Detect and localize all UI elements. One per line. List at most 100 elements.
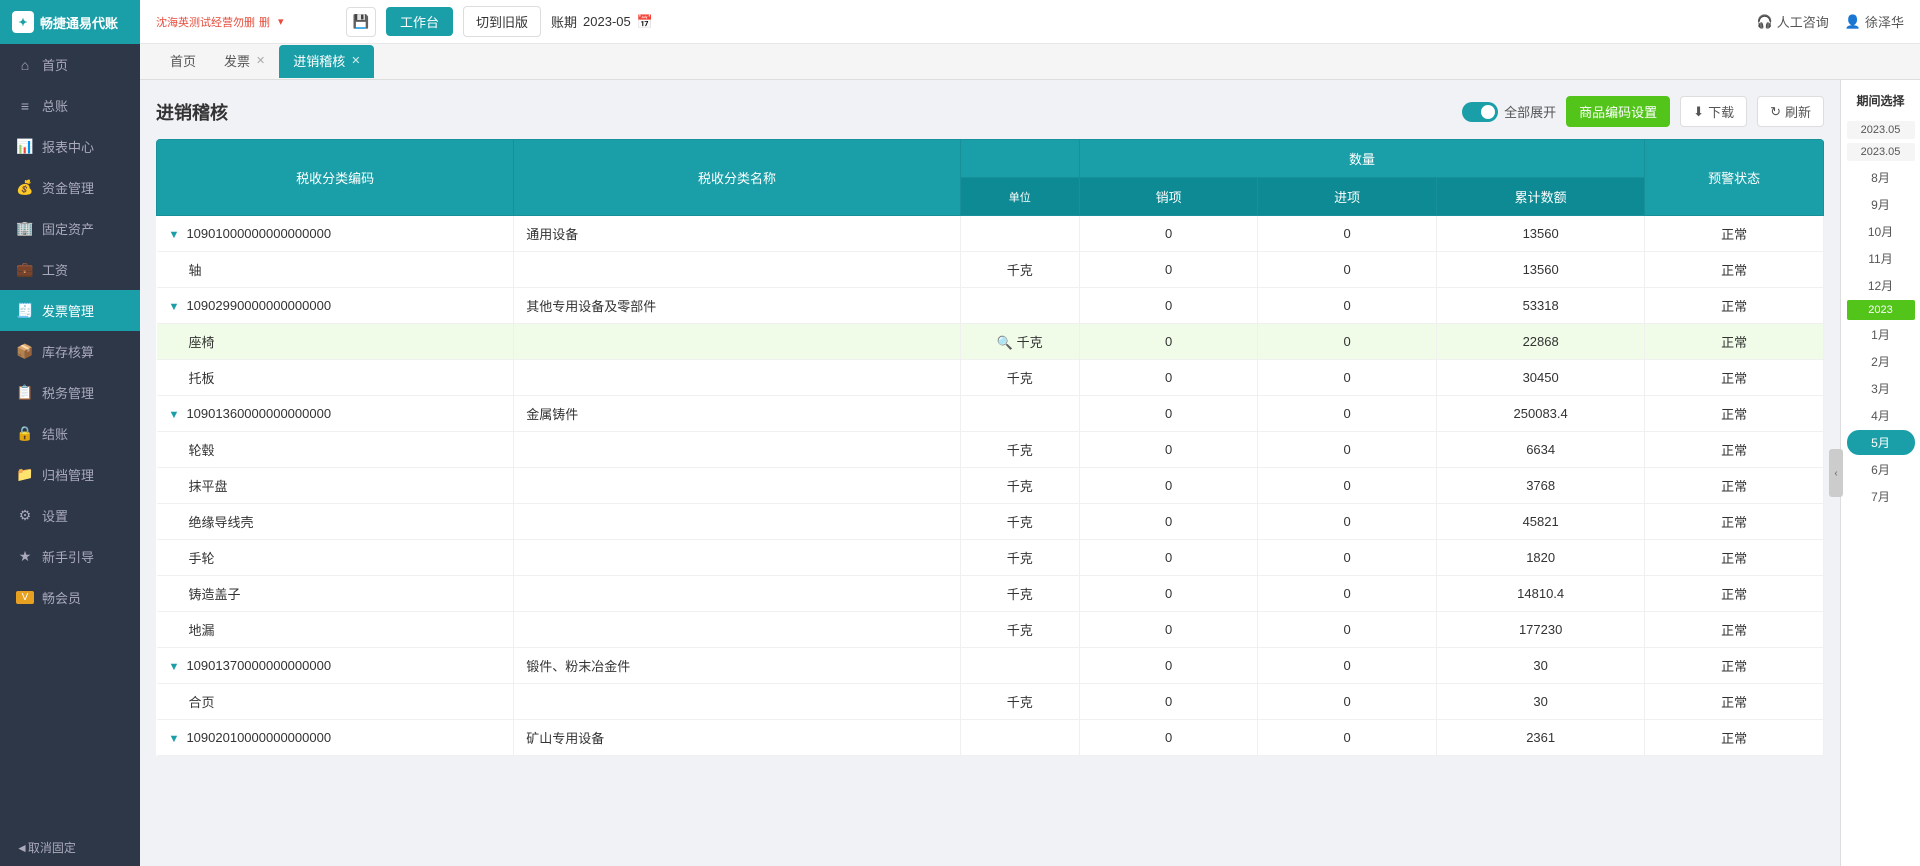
sidebar-item-label: 新手引导: [42, 547, 94, 566]
cell-code[interactable]: ▼ 10901370000000000000: [157, 648, 514, 684]
period-month-item[interactable]: 4月: [1847, 403, 1915, 428]
sidebar-item-funds[interactable]: 💰 资金管理: [0, 167, 140, 208]
tax-icon: 📋: [16, 384, 34, 401]
cell-code: 座椅: [157, 324, 514, 360]
sidebar-item-label: 设置: [42, 506, 68, 525]
sidebar-item-settings[interactable]: ⚙ 设置: [0, 495, 140, 536]
panel-toggle[interactable]: ‹: [1829, 449, 1843, 497]
cell-sales: 0: [1079, 648, 1258, 684]
table-row: 地漏千克00177230正常: [157, 612, 1824, 648]
sidebar-item-member[interactable]: V 畅会员: [0, 577, 140, 618]
expand-icon[interactable]: ▼: [169, 229, 183, 241]
tab-reconcile-close[interactable]: ✕: [351, 54, 360, 67]
expand-icon[interactable]: ▼: [169, 733, 183, 745]
cell-unit: 千克: [960, 468, 1079, 504]
sidebar-item-reports[interactable]: 📊 报表中心: [0, 126, 140, 167]
period-selector[interactable]: 账期 2023-05 📅: [551, 12, 653, 31]
download-label: 下载: [1708, 102, 1734, 121]
expand-toggle[interactable]: [1462, 102, 1498, 122]
expand-icon[interactable]: ▼: [169, 661, 183, 673]
cell-name: [514, 612, 961, 648]
sidebar-item-inventory[interactable]: 📦 库存核算: [0, 331, 140, 372]
sidebar-item-archive[interactable]: 📁 归档管理: [0, 454, 140, 495]
tab-home[interactable]: 首页: [156, 45, 210, 78]
period-month-item[interactable]: 8月: [1847, 165, 1915, 190]
period-year-row1: 2023.05: [1847, 121, 1915, 139]
support-link[interactable]: 🎧 人工咨询: [1757, 12, 1829, 31]
period-month-item[interactable]: 5月: [1847, 430, 1915, 455]
assets-icon: 🏢: [16, 220, 34, 237]
tab-invoice-label: 发票: [224, 51, 250, 70]
period-month-item[interactable]: 6月: [1847, 457, 1915, 482]
save-button[interactable]: 💾: [346, 7, 376, 37]
sidebar-item-label: 税务管理: [42, 383, 94, 402]
cell-name: [514, 432, 961, 468]
sidebar-unpin[interactable]: ◄取消固定: [0, 829, 140, 866]
cell-total: 6634: [1436, 432, 1644, 468]
period-month-item[interactable]: 10月: [1847, 219, 1915, 244]
cell-purchase: 0: [1258, 648, 1437, 684]
tab-invoice-close[interactable]: ✕: [256, 54, 265, 67]
period-month-item[interactable]: 3月: [1847, 376, 1915, 401]
cell-code: 地漏: [157, 612, 514, 648]
cell-total: 250083.4: [1436, 396, 1644, 432]
cell-status: 正常: [1645, 360, 1824, 396]
product-code-button[interactable]: 商品编码设置: [1566, 96, 1670, 127]
sidebar-item-invoices[interactable]: 🧾 发票管理: [0, 290, 140, 331]
download-icon: ⬇: [1693, 104, 1704, 120]
period-month-item[interactable]: 2月: [1847, 349, 1915, 374]
cell-code[interactable]: ▼ 10902010000000000000: [157, 720, 514, 756]
search-icon[interactable]: 🔍: [997, 335, 1013, 351]
period-month-item[interactable]: 12月: [1847, 273, 1915, 298]
th-status: 预警状态: [1645, 140, 1824, 216]
user-menu[interactable]: 👤 徐泽华: [1845, 12, 1904, 31]
sidebar-item-home[interactable]: ⌂ 首页: [0, 44, 140, 85]
table-row: ▼ 10901370000000000000锻件、粉末冶金件0030正常: [157, 648, 1824, 684]
sidebar-item-ledger[interactable]: ≡ 总账: [0, 85, 140, 126]
company-selector[interactable]: 沈海英测试经营勿删 删 ▾: [156, 14, 336, 30]
cell-unit: 千克: [960, 504, 1079, 540]
period-month-item[interactable]: 7月: [1847, 484, 1915, 509]
cell-status: 正常: [1645, 540, 1824, 576]
topbar: 沈海英测试经营勿删 删 ▾ 💾 工作台 切到旧版 账期 2023-05 📅 🎧 …: [140, 0, 1920, 44]
cell-purchase: 0: [1258, 576, 1437, 612]
sidebar-item-label: 结账: [42, 424, 68, 443]
cell-name: 通用设备: [514, 216, 961, 252]
cell-unit: 千克: [960, 576, 1079, 612]
cell-name: [514, 540, 961, 576]
cell-purchase: 0: [1258, 432, 1437, 468]
cell-purchase: 0: [1258, 684, 1437, 720]
sidebar-item-tax[interactable]: 📋 税务管理: [0, 372, 140, 413]
download-button[interactable]: ⬇ 下载: [1680, 96, 1747, 127]
sidebar-item-assets[interactable]: 🏢 固定资产: [0, 208, 140, 249]
settings-icon: ⚙: [16, 507, 34, 524]
tab-invoice[interactable]: 发票 ✕: [210, 45, 279, 78]
expand-icon[interactable]: ▼: [169, 409, 183, 421]
cell-sales: 0: [1079, 288, 1258, 324]
sidebar-item-guide[interactable]: ★ 新手引导: [0, 536, 140, 577]
cell-sales: 0: [1079, 324, 1258, 360]
legacy-button[interactable]: 切到旧版: [463, 6, 541, 37]
tab-reconcile[interactable]: 进销稽核 ✕: [279, 45, 374, 78]
cell-code[interactable]: ▼ 10902990000000000000: [157, 288, 514, 324]
period-year-label[interactable]: 2023: [1847, 300, 1915, 320]
cell-sales: 0: [1079, 612, 1258, 648]
sidebar-item-payroll[interactable]: 💼 工资: [0, 249, 140, 290]
refresh-button[interactable]: ↻ 刷新: [1757, 96, 1824, 127]
workbench-button[interactable]: 工作台: [386, 7, 453, 36]
cell-sales: 0: [1079, 432, 1258, 468]
cell-code[interactable]: ▼ 10901000000000000000: [157, 216, 514, 252]
cell-total: 13560: [1436, 252, 1644, 288]
cell-code[interactable]: ▼ 10901360000000000000: [157, 396, 514, 432]
cell-name: [514, 252, 961, 288]
sidebar-item-label: 库存核算: [42, 342, 94, 361]
sidebar-item-closing[interactable]: 🔒 结账: [0, 413, 140, 454]
cell-sales: 0: [1079, 720, 1258, 756]
table-row: 托板千克0030450正常: [157, 360, 1824, 396]
cell-code: 合页: [157, 684, 514, 720]
period-month-item[interactable]: 11月: [1847, 246, 1915, 271]
expand-icon[interactable]: ▼: [169, 301, 183, 313]
period-month-item[interactable]: 1月: [1847, 322, 1915, 347]
table-row: 座椅🔍 千克0022868正常: [157, 324, 1824, 360]
period-month-item[interactable]: 9月: [1847, 192, 1915, 217]
